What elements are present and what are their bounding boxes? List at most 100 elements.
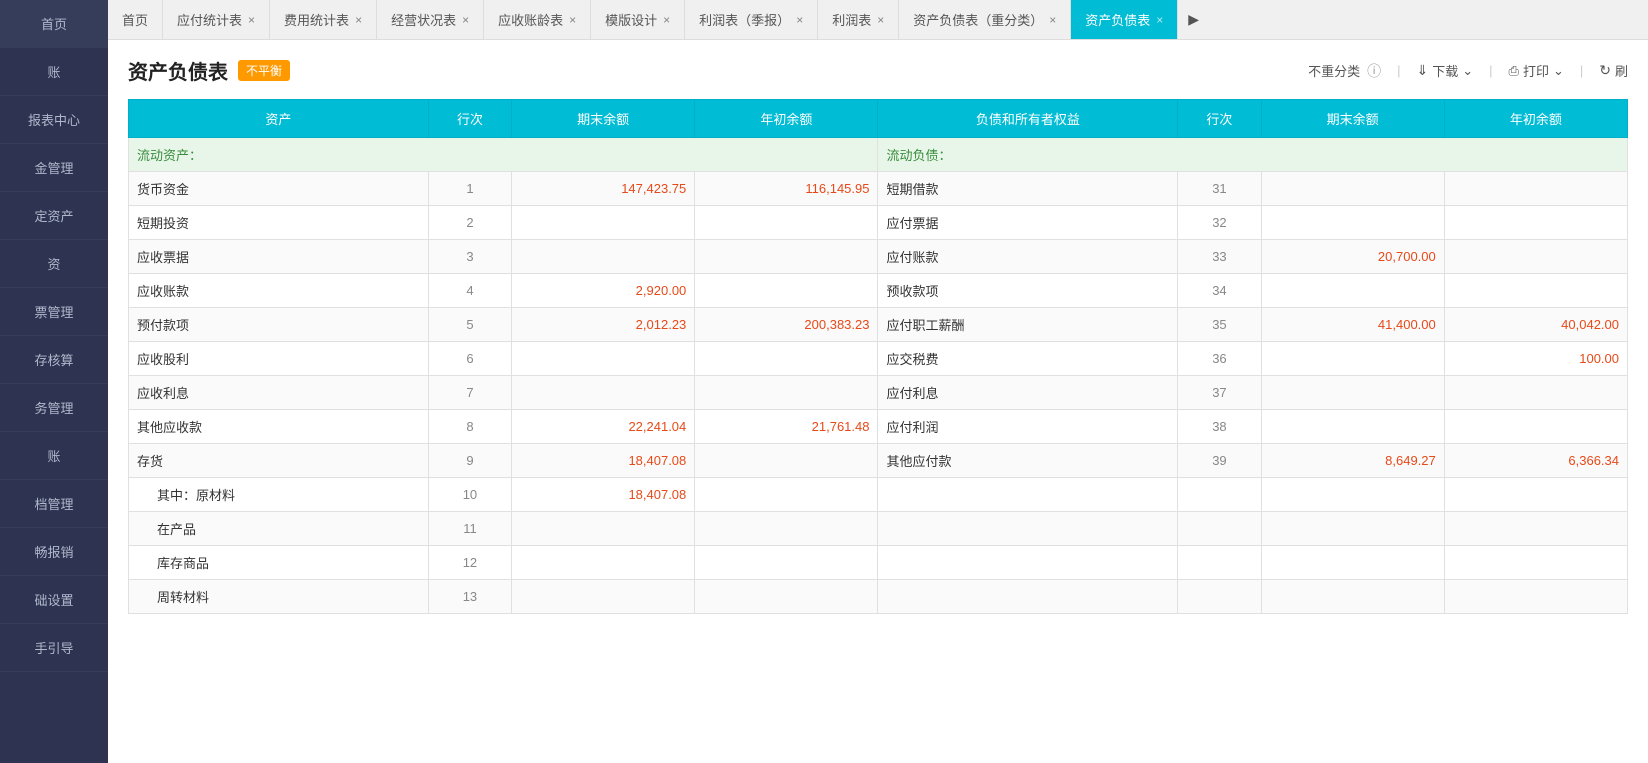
page-title: 资产负债表 [128, 56, 228, 85]
sidebar-item-fund[interactable]: 金管理 [0, 144, 108, 192]
sidebar-item-fixed-assets[interactable]: 定资产 [0, 192, 108, 240]
right-begin-balance [1444, 206, 1627, 240]
left-begin-balance [695, 206, 878, 240]
left-begin-balance [695, 580, 878, 614]
left-row-num: 13 [428, 580, 511, 614]
right-end-balance [1261, 342, 1444, 376]
tab-close-operation-status[interactable]: × [462, 13, 469, 27]
th-begin-balance-left: 年初余额 [695, 100, 878, 138]
sidebar-item-archive[interactable]: 档管理 [0, 480, 108, 528]
left-begin-balance [695, 240, 878, 274]
right-label: 其他应付款 [878, 444, 1178, 478]
tab-close-balance-reclassified[interactable]: × [1049, 13, 1056, 27]
right-label [878, 580, 1178, 614]
right-end-balance [1261, 512, 1444, 546]
table-row: 短期投资 2 应付票据 32 [129, 206, 1628, 240]
tab-nav-arrow[interactable]: ▶ [1178, 0, 1209, 40]
tab-receivable-aging[interactable]: 应收账龄表 × [484, 0, 591, 40]
tab-close-receivable-aging[interactable]: × [569, 13, 576, 27]
right-end-balance [1261, 478, 1444, 512]
tab-close-template-design[interactable]: × [663, 13, 670, 27]
download-action[interactable]: ⇓ 下载 ⌄ [1416, 61, 1473, 80]
th-row-num-left: 行次 [428, 100, 511, 138]
tab-balance[interactable]: 资产负债表 × [1071, 0, 1178, 40]
tab-close-expense-stats[interactable]: × [355, 13, 362, 27]
sidebar-item-inventory[interactable]: 存核算 [0, 336, 108, 384]
left-label: 周转材料 [129, 580, 429, 614]
right-end-balance: 41,400.00 [1261, 308, 1444, 342]
left-label: 其他应收款 [129, 410, 429, 444]
sidebar-item-ledger[interactable]: 账 [0, 432, 108, 480]
right-row-num: 34 [1178, 274, 1261, 308]
right-row-num: 38 [1178, 410, 1261, 444]
sidebar-item-investment[interactable]: 资 [0, 240, 108, 288]
tab-close-profit[interactable]: × [877, 13, 884, 27]
sidebar-item-business[interactable]: 务管理 [0, 384, 108, 432]
left-row-num: 2 [428, 206, 511, 240]
left-row-num: 5 [428, 308, 511, 342]
right-row-num [1178, 512, 1261, 546]
table-row: 预付款项 5 2,012.23 200,383.23 应付职工薪酬 35 41,… [129, 308, 1628, 342]
sidebar-item-home[interactable]: 首页 [0, 0, 108, 48]
right-row-num: 35 [1178, 308, 1261, 342]
right-row-num: 39 [1178, 444, 1261, 478]
tab-balance-reclassified[interactable]: 资产负债表（重分类） × [899, 0, 1071, 40]
download-chevron-icon: ⌄ [1462, 63, 1473, 79]
tab-profit[interactable]: 利润表 × [818, 0, 899, 40]
right-label [878, 546, 1178, 580]
right-end-balance [1261, 274, 1444, 308]
right-label: 应付利息 [878, 376, 1178, 410]
tab-profit-quarterly[interactable]: 利润表（季报） × [685, 0, 818, 40]
help-icon: ⓘ [1367, 61, 1381, 81]
left-begin-balance [695, 478, 878, 512]
table-category-row: 流动资产： 流动负债： [129, 138, 1628, 172]
left-begin-balance [695, 274, 878, 308]
right-end-balance [1261, 410, 1444, 444]
sidebar-item-settings[interactable]: 础设置 [0, 576, 108, 624]
main-area: 首页 应付统计表 × 费用统计表 × 经营状况表 × 应收账龄表 × 模版设计 … [108, 0, 1648, 763]
refresh-action[interactable]: ↻ 刷 [1599, 61, 1628, 80]
right-begin-balance [1444, 478, 1627, 512]
category-left-label: 流动资产： [129, 138, 878, 172]
sidebar: 首页 账 报表中心 金管理 定资产 资 票管理 存核算 务管理 账 档管理 畅报… [0, 0, 108, 763]
left-row-num: 11 [428, 512, 511, 546]
page-header: 资产负债表 不平衡 不重分类 ⓘ | ⇓ 下载 ⌄ | ⎙ 打印 ⌄ [128, 56, 1628, 85]
table-row: 其中：原材料 10 18,407.08 [129, 478, 1628, 512]
tab-operation-status[interactable]: 经营状况表 × [377, 0, 484, 40]
right-row-num [1178, 478, 1261, 512]
sidebar-item-account[interactable]: 账 [0, 48, 108, 96]
no-reclassify-action[interactable]: 不重分类 ⓘ [1308, 61, 1381, 81]
right-label: 应付利润 [878, 410, 1178, 444]
tab-close-balance[interactable]: × [1156, 13, 1163, 27]
left-label: 其中：原材料 [129, 478, 429, 512]
sidebar-item-report-center[interactable]: 报表中心 [0, 96, 108, 144]
left-end-balance [512, 206, 695, 240]
left-row-num: 3 [428, 240, 511, 274]
right-label: 短期借款 [878, 172, 1178, 206]
tab-home[interactable]: 首页 [108, 0, 163, 40]
left-end-balance [512, 376, 695, 410]
sidebar-item-guide[interactable]: 手引导 [0, 624, 108, 672]
right-end-balance [1261, 172, 1444, 206]
th-end-balance-right: 期末余额 [1261, 100, 1444, 138]
table-row: 应收利息 7 应付利息 37 [129, 376, 1628, 410]
right-end-balance [1261, 546, 1444, 580]
left-end-balance: 2,920.00 [512, 274, 695, 308]
table-row: 应收票据 3 应付账款 33 20,700.00 [129, 240, 1628, 274]
sidebar-item-ticket[interactable]: 票管理 [0, 288, 108, 336]
tab-close-payable-stats[interactable]: × [248, 13, 255, 27]
tab-expense-stats[interactable]: 费用统计表 × [270, 0, 377, 40]
print-icon: ⎙ [1509, 63, 1519, 79]
tab-close-profit-quarterly[interactable]: × [796, 13, 803, 27]
table-row: 周转材料 13 [129, 580, 1628, 614]
left-label: 库存商品 [129, 546, 429, 580]
tab-template-design[interactable]: 模版设计 × [591, 0, 685, 40]
sidebar-item-expense[interactable]: 畅报销 [0, 528, 108, 576]
separator2: | [1489, 63, 1492, 78]
tab-payable-stats[interactable]: 应付统计表 × [163, 0, 270, 40]
table-row: 应收账款 4 2,920.00 预收款项 34 [129, 274, 1628, 308]
right-row-num [1178, 580, 1261, 614]
print-action[interactable]: ⎙ 打印 ⌄ [1509, 61, 1564, 80]
right-begin-balance [1444, 172, 1627, 206]
left-end-balance [512, 546, 695, 580]
